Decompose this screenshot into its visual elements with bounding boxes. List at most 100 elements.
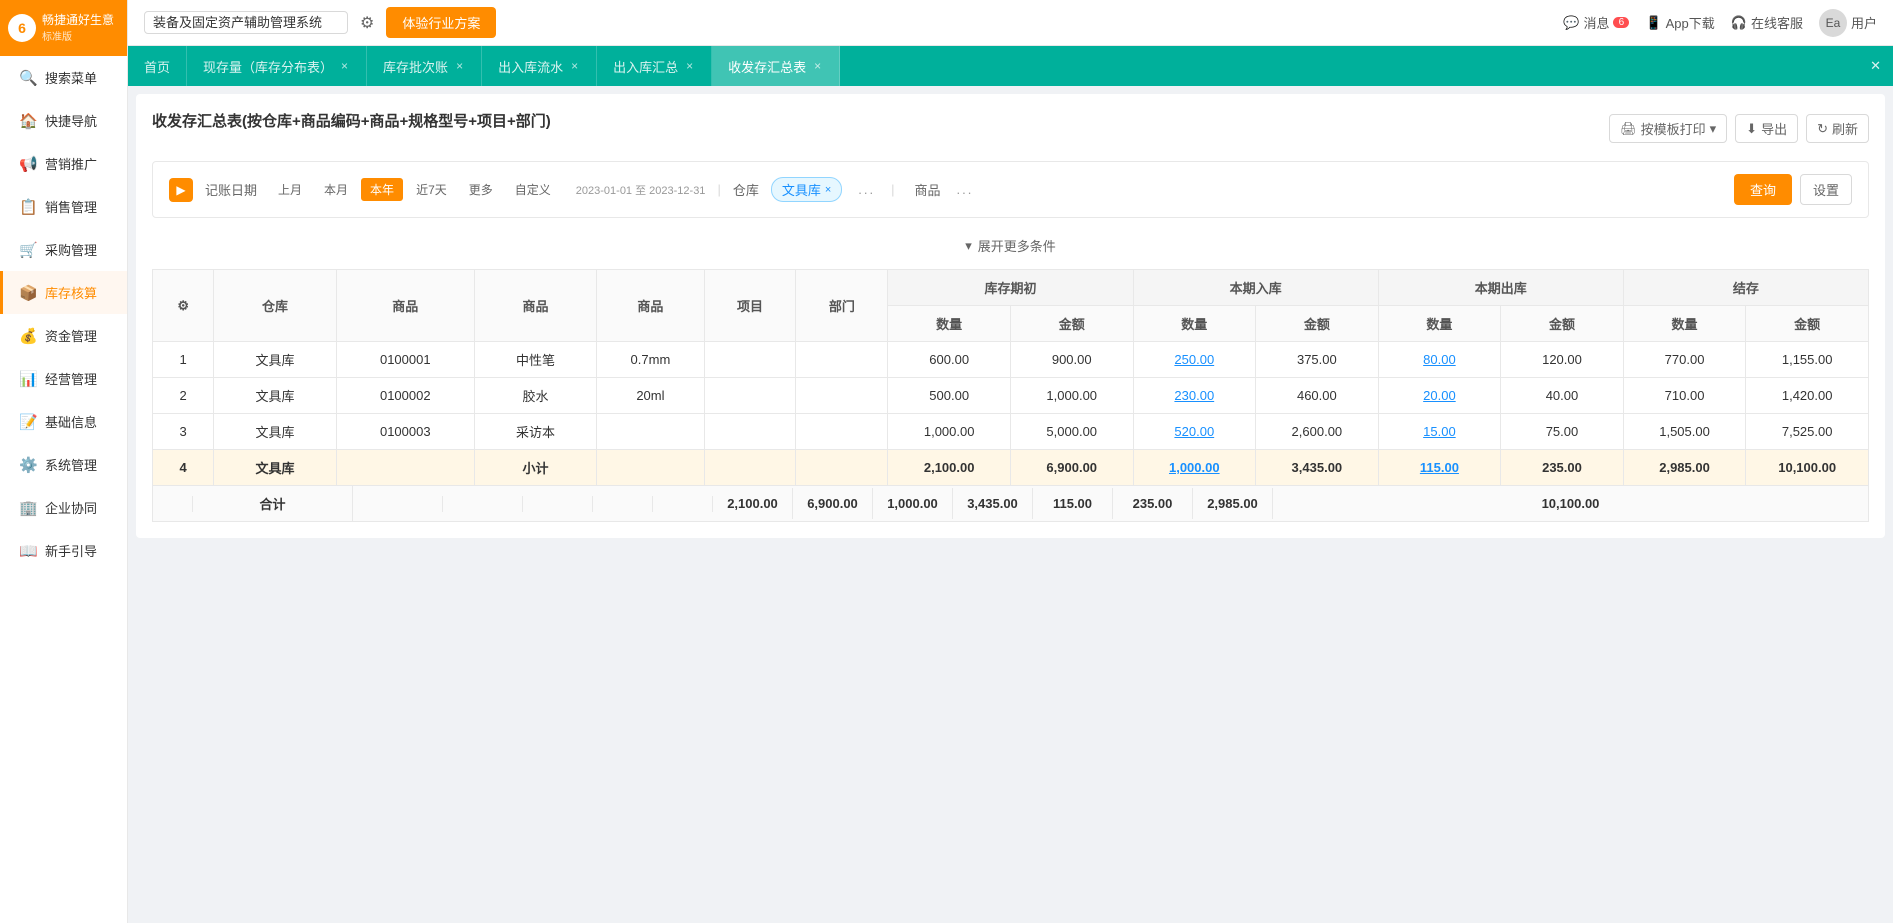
footer-empty-5 <box>593 496 653 512</box>
date-btn-本年[interactable]: 本年 <box>361 178 403 201</box>
th-project: 项目 <box>704 270 796 342</box>
sidebar-item-stock[interactable]: 📦 库存核算 <box>0 271 127 314</box>
row-in-qty[interactable]: 1,000.00 <box>1133 450 1256 486</box>
row-name: 中性笔 <box>474 342 597 378</box>
sidebar-item-finance[interactable]: 💰 资金管理 <box>0 314 127 357</box>
topbar-left: 装备及固定资产辅助管理系统 ⚙ 体验行业方案 <box>144 7 496 38</box>
date-btn-自定义[interactable]: 自定义 <box>506 178 560 201</box>
row-in-amt: 2,600.00 <box>1256 414 1379 450</box>
sidebar-icon-guide: 📖 <box>19 542 37 560</box>
sidebar-item-quick-nav[interactable]: 🏠 快捷导航 <box>0 99 127 142</box>
row-project <box>704 450 796 486</box>
warehouse-tag-close-icon[interactable]: × <box>825 184 831 196</box>
tab-close-inout-flow[interactable]: × <box>569 57 580 75</box>
sidebar-item-base-info[interactable]: 📝 基础信息 <box>0 400 127 443</box>
sidebar-item-search[interactable]: 🔍 搜索菜单 <box>0 56 127 99</box>
row-warehouse: 文具库 <box>214 414 337 450</box>
query-btn[interactable]: 查询 <box>1734 174 1792 205</box>
online-service-btn[interactable]: 🎧 在线客服 <box>1731 13 1803 32</box>
row-in-qty[interactable]: 230.00 <box>1133 378 1256 414</box>
row-warehouse: 文具库 <box>214 378 337 414</box>
tab-label-stock-dist: 现存量（库存分布表） <box>203 57 333 76</box>
filter-toggle-btn[interactable]: ▶ <box>169 178 193 202</box>
footer-in-amt: 3,435.00 <box>953 488 1033 519</box>
logo-text-block: 畅捷通好生意 标准版 <box>42 13 114 44</box>
warehouse-tag[interactable]: 文具库 × <box>771 177 842 202</box>
goods-filter-label: 商品 <box>915 180 941 199</box>
tab-batch[interactable]: 库存批次账× <box>367 46 482 86</box>
date-btn-上月[interactable]: 上月 <box>269 178 311 201</box>
sidebar-item-system[interactable]: ⚙️ 系统管理 <box>0 443 127 486</box>
filter-settings-btn[interactable]: 设置 <box>1800 174 1852 205</box>
message-btn[interactable]: 💬 消息 6 <box>1563 13 1629 32</box>
sidebar-item-marketing[interactable]: 📢 营销推广 <box>0 142 127 185</box>
tab-close-batch[interactable]: × <box>454 57 465 75</box>
date-btn-更多[interactable]: 更多 <box>460 178 502 201</box>
sidebar-item-enterprise[interactable]: 🏢 企业协同 <box>0 486 127 529</box>
th-settings: ⚙ <box>153 270 214 342</box>
app-download-btn[interactable]: 📱 App下载 <box>1645 13 1714 32</box>
sidebar-label-quick-nav: 快捷导航 <box>45 111 97 130</box>
goods-more-btn[interactable]: ... <box>953 182 978 197</box>
row-in-qty[interactable]: 250.00 <box>1133 342 1256 378</box>
footer-label: 合计 <box>193 486 353 521</box>
warehouse-filter-label: 仓库 <box>733 180 759 199</box>
sidebar-item-guide[interactable]: 📖 新手引导 <box>0 529 127 572</box>
filter-bar: ▶ 记账日期 上月本月本年近7天更多自定义 2023-01-01 至 2023-… <box>152 161 1869 218</box>
expand-more-btn[interactable]: ▾ 展开更多条件 <box>152 230 1869 261</box>
th-begin-qty: 数量 <box>888 306 1011 342</box>
topbar: 装备及固定资产辅助管理系统 ⚙ 体验行业方案 💬 消息 6 📱 App下载 🎧 … <box>128 0 1893 46</box>
row-out-qty[interactable]: 115.00 <box>1378 450 1501 486</box>
row-out-qty[interactable]: 20.00 <box>1378 378 1501 414</box>
experience-btn[interactable]: 体验行业方案 <box>386 7 496 38</box>
refresh-btn[interactable]: ↻ 刷新 <box>1806 114 1869 143</box>
tab-inout-summary[interactable]: 出入库汇总× <box>597 46 712 86</box>
sidebar-icon-search: 🔍 <box>19 69 37 87</box>
tab-recv-send-summary[interactable]: 收发存汇总表× <box>712 46 840 86</box>
tab-close-stock-dist[interactable]: × <box>339 57 350 75</box>
row-code: 0100002 <box>336 378 474 414</box>
sidebar-item-operations[interactable]: 📊 经营管理 <box>0 357 127 400</box>
row-out-qty[interactable]: 15.00 <box>1378 414 1501 450</box>
row-project <box>704 414 796 450</box>
settings-gear-icon[interactable]: ⚙ <box>356 9 378 37</box>
row-name: 小计 <box>474 450 597 486</box>
tabbar-close-all-btn[interactable]: ✕ <box>1858 46 1893 86</box>
export-btn[interactable]: ⬇ 导出 <box>1735 114 1798 143</box>
row-in-qty[interactable]: 520.00 <box>1133 414 1256 450</box>
tab-stock-dist[interactable]: 现存量（库存分布表） × <box>187 46 367 86</box>
th-name: 商品 <box>474 270 597 342</box>
system-select[interactable]: 装备及固定资产辅助管理系统 <box>144 11 348 34</box>
date-btn-本月[interactable]: 本月 <box>315 178 357 201</box>
sidebar-icon-operations: 📊 <box>19 370 37 388</box>
row-begin-qty: 2,100.00 <box>888 450 1011 486</box>
logo-icon: 6 <box>8 14 36 42</box>
tab-close-recv-send-summary[interactable]: × <box>812 57 823 75</box>
footer-bal-qty: 2,985.00 <box>1193 488 1273 519</box>
row-out-amt: 235.00 <box>1501 450 1624 486</box>
warehouse-more-btn[interactable]: ... <box>854 182 879 197</box>
row-begin-amt: 6,900.00 <box>1010 450 1133 486</box>
row-code: 0100001 <box>336 342 474 378</box>
topbar-right: 💬 消息 6 📱 App下载 🎧 在线客服 Ea 用户 <box>1563 9 1877 37</box>
row-warehouse: 文具库 <box>214 450 337 486</box>
tab-inout-flow[interactable]: 出入库流水 × <box>482 46 597 86</box>
tab-close-inout-summary[interactable]: × <box>684 57 695 75</box>
sidebar-label-operations: 经营管理 <box>45 369 97 388</box>
tab-label-inout-flow: 出入库流水 <box>498 57 563 76</box>
table-header-group-row: ⚙ 仓库 商品 商品 商品 项目 部门 库存期初 本期入库 本期出库 结存 <box>153 270 1869 306</box>
user-menu[interactable]: Ea 用户 <box>1819 9 1877 37</box>
sidebar-item-purchase[interactable]: 🛒 采购管理 <box>0 228 127 271</box>
tab-home[interactable]: 首页 <box>128 46 187 86</box>
th-warehouse: 仓库 <box>214 270 337 342</box>
row-spec <box>597 414 704 450</box>
row-out-qty[interactable]: 80.00 <box>1378 342 1501 378</box>
date-btn-近7天[interactable]: 近7天 <box>407 178 456 201</box>
row-seq: 3 <box>153 414 214 450</box>
print-btn[interactable]: 🖨 按模板打印 ▾ <box>1609 114 1727 143</box>
row-begin-amt: 900.00 <box>1010 342 1133 378</box>
table-settings-icon[interactable]: ⚙ <box>177 298 189 313</box>
th-bal-qty: 数量 <box>1623 306 1746 342</box>
tabbar: 首页现存量（库存分布表）×库存批次账×出入库流水×出入库汇总×收发存汇总表×✕ <box>128 46 1893 86</box>
sidebar-item-sales[interactable]: 📋 销售管理 <box>0 185 127 228</box>
